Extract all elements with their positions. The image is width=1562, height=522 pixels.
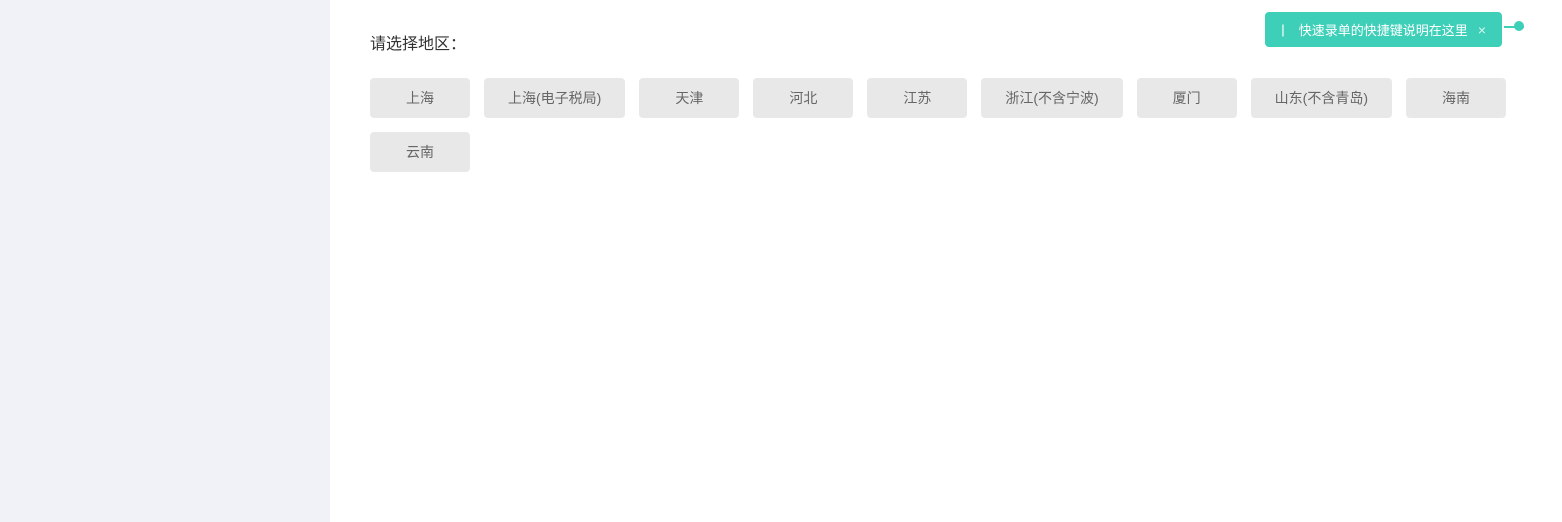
region-buttons-container: 上海上海(电子税局) 天津河北江苏浙江(不含宁波) 厦门山东(不含青岛) 海南云南 [370, 78, 1522, 172]
region-button-zhejiang[interactable]: 浙江(不含宁波) [981, 78, 1122, 118]
tooltip-banner: 快速录单的快捷键说明在这里 × [1265, 12, 1502, 47]
region-button-shanghai-etax[interactable]: 上海(电子税局) [484, 78, 625, 118]
region-button-hainan[interactable]: 海南 [1406, 78, 1506, 118]
region-button-shanghai[interactable]: 上海 [370, 78, 470, 118]
tooltip-close-button[interactable]: × [1478, 22, 1486, 38]
tooltip-text: 快速录单的快捷键说明在这里 [1299, 20, 1468, 39]
left-sidebar [0, 0, 330, 522]
main-content: 请选择地区： 上海上海(电子税局)天津河北江苏浙江(不含宁波)厦门山东(不含青岛… [330, 0, 1562, 522]
tooltip-connector-dot [1514, 21, 1524, 31]
region-button-yunnan[interactable]: 云南 [370, 132, 470, 172]
region-button-hebei[interactable]: 河北 [753, 78, 853, 118]
region-button-xiamen[interactable]: 厦门 [1137, 78, 1237, 118]
region-button-jiangsu[interactable]: 江苏 [867, 78, 967, 118]
region-button-tianjin[interactable]: 天津 [639, 78, 739, 118]
region-button-shandong[interactable]: 山东(不含青岛) [1251, 78, 1392, 118]
